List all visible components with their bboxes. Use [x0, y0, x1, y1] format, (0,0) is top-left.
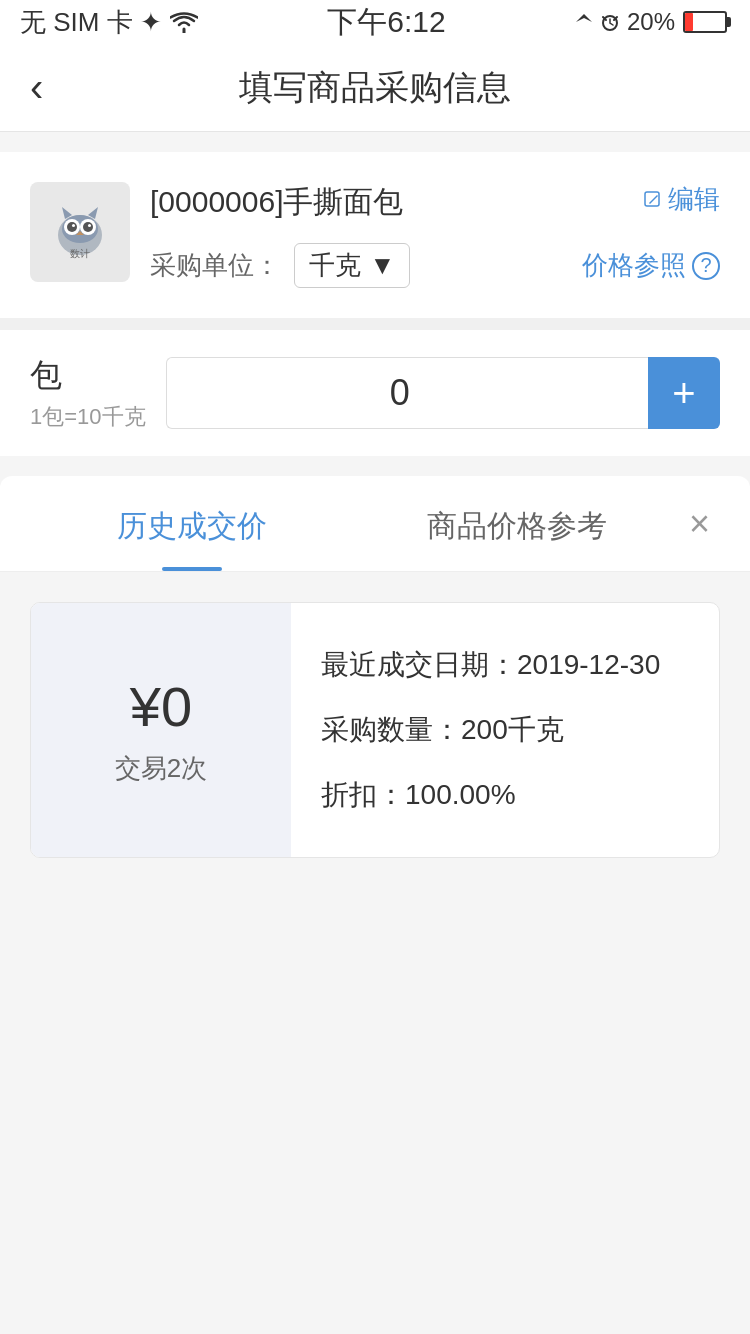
product-card: 数计 [0000006]手撕面包 编辑 采购单位： 千克 ▼ [0, 152, 750, 318]
product-thumbnail: 数计 [30, 182, 130, 282]
chevron-down-icon: ▼ [369, 250, 395, 281]
product-header: [0000006]手撕面包 编辑 [150, 182, 720, 223]
location-icon [575, 13, 593, 31]
tab-close-button[interactable]: × [679, 496, 720, 552]
tabs-header: 历史成交价 商品价格参考 × [0, 476, 750, 572]
help-icon: ? [692, 252, 720, 280]
recent-date-row: 最近成交日期：2019-12-30 [321, 643, 689, 688]
price-amount: ¥0 [130, 674, 192, 739]
price-card-right: 最近成交日期：2019-12-30 采购数量：200千克 折扣：100.00% [291, 603, 719, 857]
quantity-plus-button[interactable]: + [648, 357, 720, 429]
unit-label: 采购单位： [150, 250, 280, 280]
price-card-left: ¥0 交易2次 [31, 603, 291, 857]
status-left: 无 SIM 卡 ✦ [20, 5, 198, 40]
tab-content-history: ¥0 交易2次 最近成交日期：2019-12-30 采购数量：200千克 折扣：… [0, 572, 750, 888]
svg-rect-14 [645, 192, 659, 206]
quantity-row: 包 1包=10千克 + [0, 318, 750, 456]
quantity-unit-sub: 1包=10千克 [30, 402, 146, 432]
quantity-unit-info: 包 1包=10千克 [30, 354, 146, 432]
alarm-icon [601, 13, 619, 31]
svg-point-10 [72, 224, 75, 227]
tabs-section: 历史成交价 商品价格参考 × ¥0 交易2次 最近成交日期：2019-12-30… [0, 476, 750, 888]
price-ref-button[interactable]: 价格参照 ? [582, 248, 720, 283]
quantity-input[interactable] [166, 357, 648, 429]
status-right: 20% [575, 8, 730, 36]
svg-text:数计: 数计 [70, 248, 90, 259]
wifi-icon [170, 11, 198, 33]
svg-marker-0 [576, 14, 592, 22]
quantity-unit-main: 包 [30, 354, 146, 398]
svg-point-8 [67, 222, 77, 232]
nav-bar: ‹ 填写商品采购信息 [0, 44, 750, 132]
status-time: 下午6:12 [327, 2, 445, 43]
tab-price-reference[interactable]: 商品价格参考 [354, 476, 678, 571]
product-name: [0000006]手撕面包 [150, 182, 403, 223]
battery-icon [683, 11, 730, 33]
back-button[interactable]: ‹ [30, 65, 90, 110]
tab-history-price[interactable]: 历史成交价 [30, 476, 354, 571]
svg-point-9 [83, 222, 93, 232]
unit-dropdown[interactable]: 千克 ▼ [294, 243, 410, 288]
main-content-area [0, 888, 750, 1334]
product-logo: 数计 [45, 197, 115, 267]
no-sim-text: 无 SIM 卡 ✦ [20, 5, 162, 40]
price-card: ¥0 交易2次 最近成交日期：2019-12-30 采购数量：200千克 折扣：… [30, 602, 720, 858]
discount-row: 折扣：100.00% [321, 773, 689, 818]
edit-button[interactable]: 编辑 [642, 182, 720, 217]
svg-point-11 [88, 224, 91, 227]
purchase-quantity-row: 采购数量：200千克 [321, 708, 689, 753]
product-info: [0000006]手撕面包 编辑 采购单位： 千克 ▼ 价格参照 ? [150, 182, 720, 288]
unit-label-group: 采购单位： 千克 ▼ [150, 243, 410, 288]
product-unit-row: 采购单位： 千克 ▼ 价格参照 ? [150, 243, 720, 288]
status-bar: 无 SIM 卡 ✦ 下午6:12 20% [0, 0, 750, 44]
page-title: 填写商品采购信息 [239, 65, 511, 111]
edit-icon [642, 189, 664, 211]
quantity-input-wrap: + [166, 357, 720, 429]
battery-percent: 20% [627, 8, 675, 36]
price-trades: 交易2次 [115, 751, 207, 786]
